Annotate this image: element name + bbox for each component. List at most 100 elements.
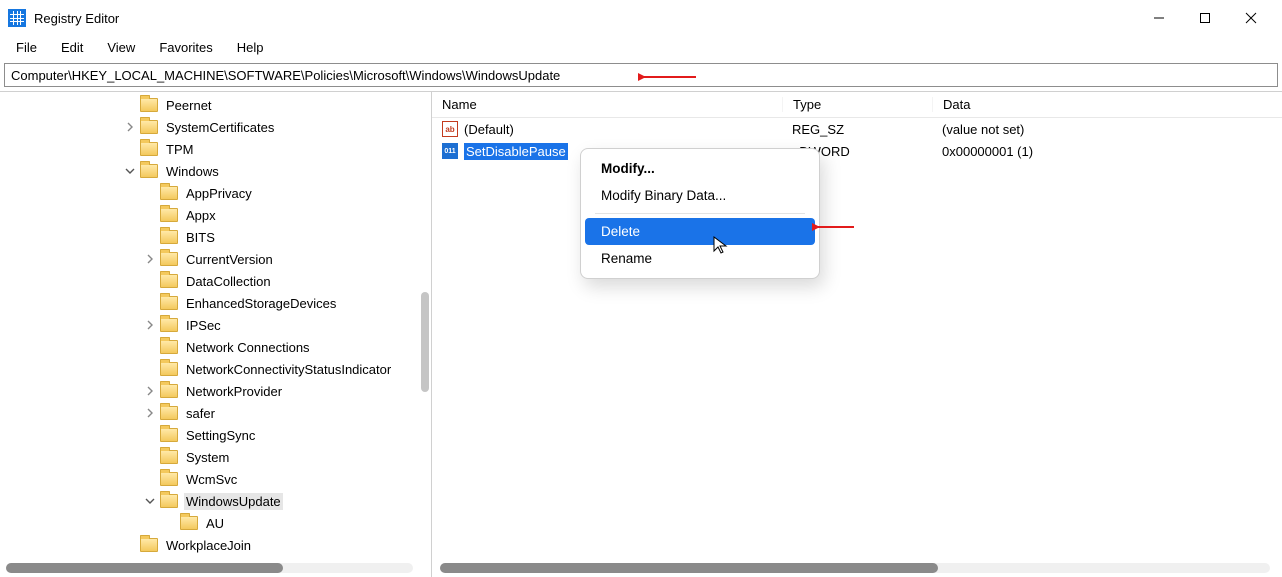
window-title: Registry Editor [34,11,119,26]
tree-item[interactable]: NetworkProvider [0,380,432,402]
folder-icon [160,428,178,442]
tree-item[interactable]: Appx [0,204,432,226]
tree-item-label: CurrentVersion [184,251,275,268]
value-row[interactable]: 011SetDisablePause_DWORD0x00000001 (1) [432,140,1282,162]
tree-item[interactable]: WcmSvc [0,468,432,490]
tree-item-label: TPM [164,141,195,158]
chevron-right-icon[interactable] [140,386,160,396]
tree-item-label: BITS [184,229,217,246]
tree-item-label: NetworkConnectivityStatusIndicator [184,361,393,378]
folder-icon [160,318,178,332]
tree-item[interactable]: SettingSync [0,424,432,446]
maximize-button[interactable] [1182,2,1228,34]
tree-item[interactable]: Network Connections [0,336,432,358]
ctx-delete[interactable]: Delete [585,218,815,245]
tree-item-label: DataCollection [184,273,273,290]
tree-item-label: IPSec [184,317,223,334]
minimize-button[interactable] [1136,2,1182,34]
tree-scrollbar-vertical[interactable] [421,292,429,392]
folder-icon [180,516,198,530]
column-type[interactable]: Type [782,97,932,112]
tree-item[interactable]: NetworkConnectivityStatusIndicator [0,358,432,380]
folder-icon [160,406,178,420]
values-header[interactable]: Name Type Data [432,92,1282,118]
address-bar[interactable]: Computer\HKEY_LOCAL_MACHINE\SOFTWARE\Pol… [4,63,1278,87]
tree-item-label: System [184,449,231,466]
tree-item[interactable]: WorkplaceJoin [0,534,432,556]
tree-item[interactable]: BITS [0,226,432,248]
folder-icon [160,274,178,288]
folder-icon [160,494,178,508]
menu-favorites[interactable]: Favorites [149,38,222,57]
tree-item[interactable]: Peernet [0,94,432,116]
tree-item-label: Appx [184,207,218,224]
tree-item[interactable]: Windows [0,160,432,182]
menu-bar: File Edit View Favorites Help [0,36,1282,63]
tree-pane[interactable]: Peernet SystemCertificates TPM Windows AppPr… [0,92,432,577]
folder-icon [160,230,178,244]
values-pane[interactable]: Name Type Data ab(Default)REG_SZ(value n… [432,92,1282,577]
tree-item-label: SystemCertificates [164,119,276,136]
tree-item-label: WorkplaceJoin [164,537,253,554]
chevron-right-icon[interactable] [140,320,160,330]
tree-item[interactable]: WindowsUpdate [0,490,432,512]
folder-icon [160,384,178,398]
tree-item-label: Peernet [164,97,214,114]
folder-icon [160,186,178,200]
ctx-modify[interactable]: Modify... [585,155,815,182]
app-icon [8,9,26,27]
tree-item[interactable]: safer [0,402,432,424]
folder-icon [140,164,158,178]
close-button[interactable] [1228,2,1274,34]
value-name: (Default) [464,122,514,137]
tree-item-label: SettingSync [184,427,257,444]
tree-item[interactable]: EnhancedStorageDevices [0,292,432,314]
tree-item[interactable]: CurrentVersion [0,248,432,270]
column-data[interactable]: Data [932,97,1282,112]
tree-item-label: EnhancedStorageDevices [184,295,338,312]
title-bar: Registry Editor [0,0,1282,36]
folder-icon [160,252,178,266]
value-name: SetDisablePause [464,143,568,160]
tree-item[interactable]: SystemCertificates [0,116,432,138]
tree-item[interactable]: System [0,446,432,468]
folder-icon [160,362,178,376]
chevron-right-icon[interactable] [140,408,160,418]
value-row[interactable]: ab(Default)REG_SZ(value not set) [432,118,1282,140]
values-scrollbar-horizontal[interactable] [440,563,1270,573]
address-text: Computer\HKEY_LOCAL_MACHINE\SOFTWARE\Pol… [11,68,560,83]
tree-item[interactable]: AU [0,512,432,534]
tree-item-label: Windows [164,163,221,180]
folder-icon [160,296,178,310]
tree-item-label: WindowsUpdate [184,493,283,510]
folder-icon [140,98,158,112]
value-data: 0x00000001 (1) [932,144,1282,159]
tree-item[interactable]: DataCollection [0,270,432,292]
tree-item-label: Network Connections [184,339,312,356]
menu-view[interactable]: View [97,38,145,57]
tree-item[interactable]: TPM [0,138,432,160]
chevron-down-icon[interactable] [120,166,140,176]
menu-file[interactable]: File [6,38,47,57]
folder-icon [160,208,178,222]
column-name[interactable]: Name [432,97,782,112]
chevron-down-icon[interactable] [140,496,160,506]
ctx-rename[interactable]: Rename [585,245,815,272]
menu-edit[interactable]: Edit [51,38,93,57]
value-data: (value not set) [932,122,1282,137]
tree-item[interactable]: IPSec [0,314,432,336]
menu-help[interactable]: Help [227,38,274,57]
ctx-modify-binary[interactable]: Modify Binary Data... [585,182,815,209]
string-value-icon: ab [442,121,458,137]
binary-value-icon: 011 [442,143,458,159]
tree-item-label: NetworkProvider [184,383,284,400]
tree-scrollbar-horizontal[interactable] [6,563,413,573]
chevron-right-icon[interactable] [120,122,140,132]
tree-item[interactable]: AppPrivacy [0,182,432,204]
folder-icon [160,450,178,464]
chevron-right-icon[interactable] [140,254,160,264]
folder-icon [140,142,158,156]
ctx-separator [595,213,805,214]
folder-icon [140,120,158,134]
folder-icon [160,472,178,486]
